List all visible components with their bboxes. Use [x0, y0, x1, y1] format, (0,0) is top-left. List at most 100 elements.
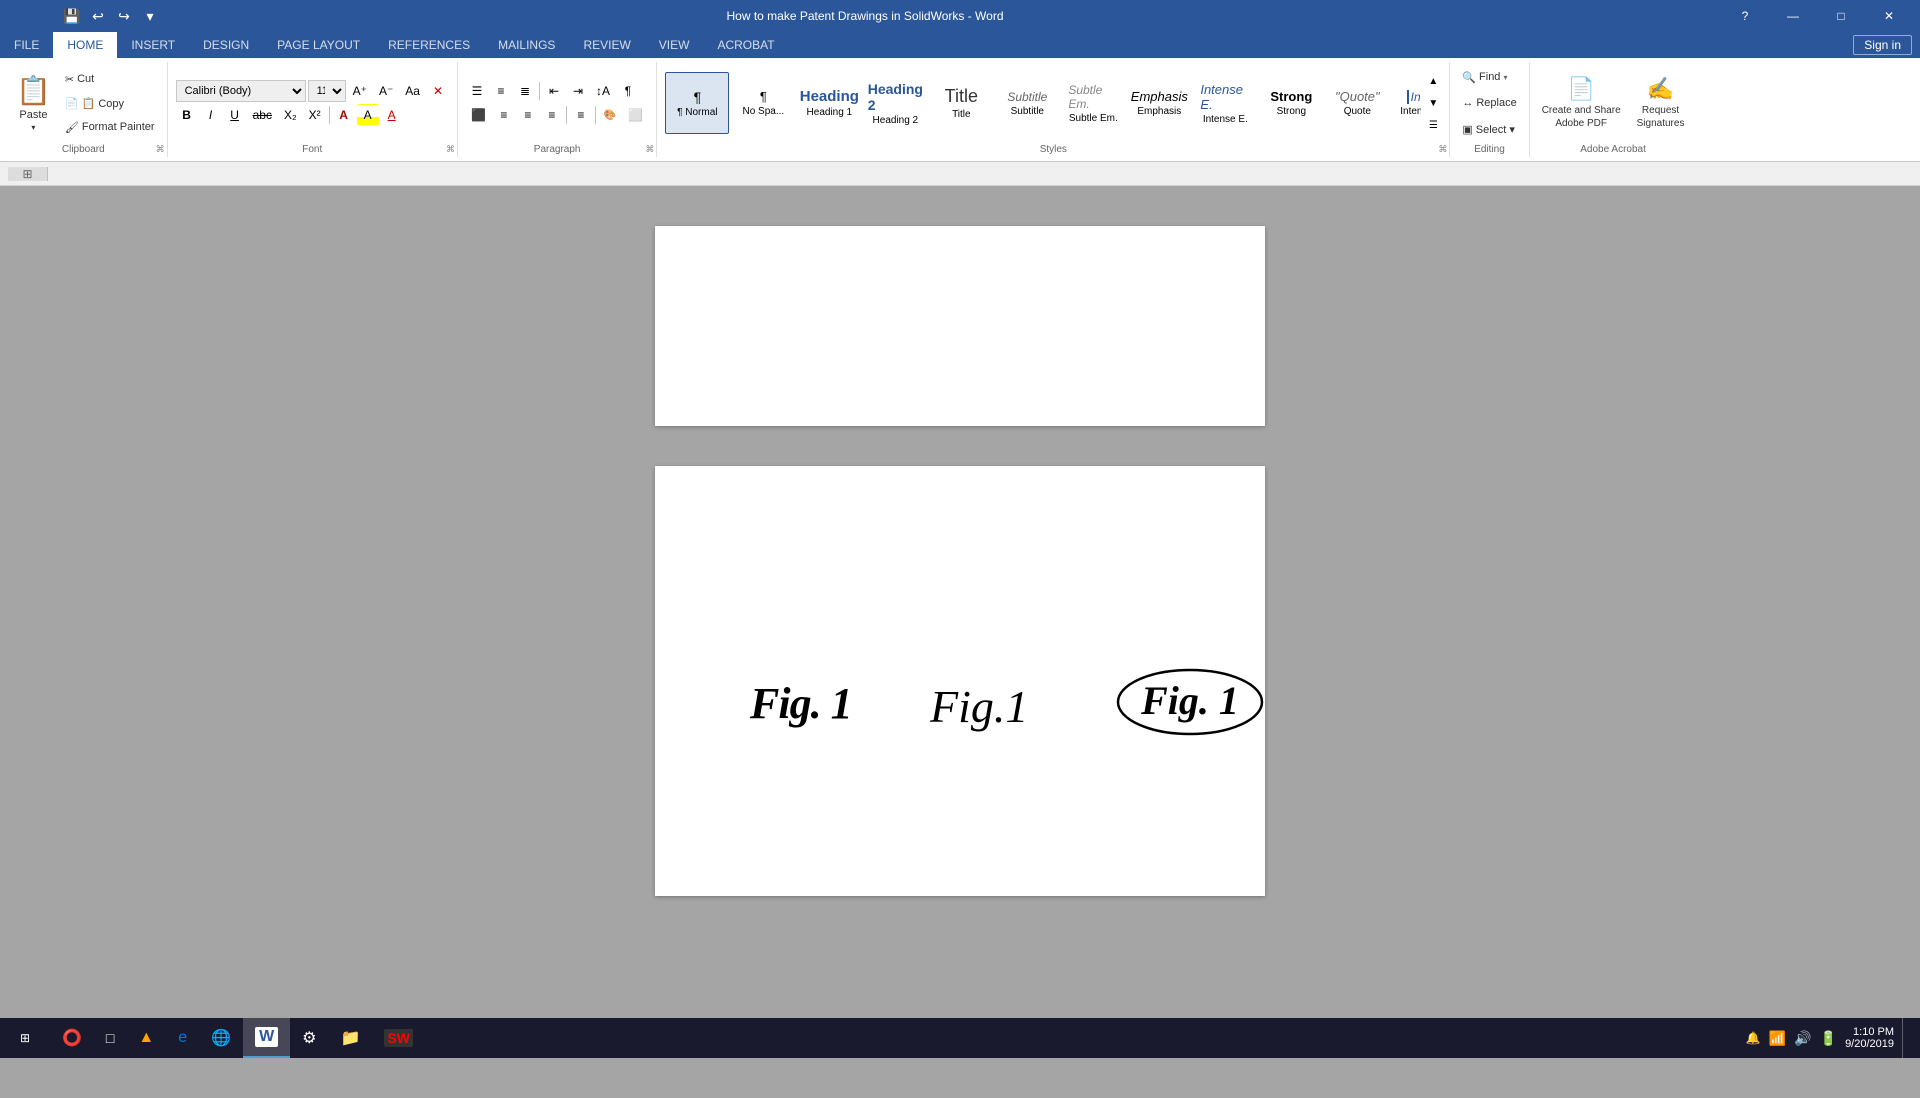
cut-button[interactable]: ✂ Cut — [61, 68, 159, 90]
style-strong[interactable]: Strong Strong — [1259, 72, 1323, 134]
bullets-button[interactable]: ☰ — [466, 80, 488, 102]
save-button[interactable]: 💾 — [60, 4, 84, 28]
decrease-font-size-button[interactable]: A⁻ — [374, 80, 398, 102]
start-button[interactable]: ⊞ — [0, 1018, 50, 1058]
text-effects-button[interactable]: A — [333, 104, 355, 126]
decrease-indent-button[interactable]: ⇤ — [543, 80, 565, 102]
style-title-label: Title — [952, 109, 971, 120]
find-button[interactable]: 🔍 Find ▾ — [1458, 66, 1511, 88]
style-heading2[interactable]: Heading 2 Heading 2 — [863, 72, 927, 134]
maximize-button[interactable]: □ — [1818, 0, 1864, 32]
font-size-select[interactable]: 11 12 — [308, 80, 346, 102]
line-spacing-button[interactable]: ≡ — [570, 104, 592, 126]
bold-button[interactable]: B — [176, 104, 198, 126]
font-expand-icon[interactable]: ⌘ — [446, 144, 455, 155]
select-button[interactable]: ▣ Select ▾ — [1458, 118, 1519, 140]
style-heading1[interactable]: Heading Heading 1 — [797, 72, 861, 134]
style-emphasis[interactable]: Emphasis Emphasis — [1127, 72, 1191, 134]
style-intense-quote[interactable]: Int. Q Intense Q. — [1391, 72, 1421, 134]
network-icon: 📶 — [1769, 1030, 1786, 1047]
tab-mailings[interactable]: MAILINGS — [484, 32, 569, 58]
copy-icon: 📄 — [65, 97, 79, 110]
tab-home[interactable]: HOME — [53, 32, 117, 58]
subscript-button[interactable]: X₂ — [279, 104, 302, 126]
font-family-select[interactable]: Calibri (Body) — [176, 80, 306, 102]
style-subtle-emphasis-preview: Subtle Em. — [1068, 83, 1118, 111]
taskbar-app-word[interactable]: W — [243, 1018, 290, 1058]
replace-button[interactable]: ↔ Replace — [1458, 92, 1520, 114]
quick-access-more-button[interactable]: ▾ — [138, 4, 162, 28]
align-left-button[interactable]: ⬛ — [466, 104, 491, 126]
window-controls: ? — □ ✕ — [1722, 0, 1912, 32]
copy-button[interactable]: 📄 📋 Copy — [61, 92, 159, 114]
clipboard-expand-icon[interactable]: ⌘ — [156, 144, 165, 155]
paragraph-expand-icon[interactable]: ⌘ — [645, 144, 654, 155]
align-right-button[interactable]: ≡ — [517, 104, 539, 126]
paste-button[interactable]: 📋 Paste ▾ — [8, 66, 59, 140]
tab-references[interactable]: REFERENCES — [374, 32, 484, 58]
style-subtle-emphasis[interactable]: Subtle Em. Subtle Em. — [1061, 72, 1125, 134]
sign-in-button[interactable]: Sign in — [1853, 35, 1912, 55]
justify-button[interactable]: ≡ — [541, 104, 563, 126]
strikethrough-button[interactable]: abc — [248, 104, 277, 126]
taskbar-app-taskview[interactable]: □ — [94, 1018, 126, 1058]
italic-button[interactable]: I — [200, 104, 222, 126]
clear-formatting-button[interactable]: ✕ — [427, 80, 449, 102]
increase-font-size-button[interactable]: A⁺ — [348, 80, 372, 102]
style-heading2-preview: Heading 2 — [868, 81, 923, 113]
tab-insert[interactable]: INSERT — [117, 32, 189, 58]
superscript-button[interactable]: X² — [304, 104, 326, 126]
style-title[interactable]: Title Title — [929, 72, 993, 134]
taskbar-app-edge[interactable]: e — [166, 1018, 199, 1058]
styles-scroll-down-button[interactable]: ▼ — [1425, 93, 1441, 113]
taskbar-app-ie[interactable]: 🌐 — [199, 1018, 243, 1058]
replace-label: Replace — [1476, 97, 1516, 109]
taskbar-app-settings[interactable]: ⚙ — [290, 1018, 328, 1058]
redo-button[interactable]: ↪ — [112, 4, 136, 28]
document-page-2[interactable]: Fig. 1 Fig.1 Fig. 1 — [655, 466, 1265, 896]
format-painter-button[interactable]: 🖌 Format Painter — [61, 116, 159, 138]
style-intense-emphasis[interactable]: Intense E. Intense E. — [1193, 72, 1257, 134]
style-quote[interactable]: "Quote" Quote — [1325, 72, 1389, 134]
show-desktop-button[interactable] — [1902, 1018, 1908, 1058]
taskbar-app-solidworks[interactable]: SW — [372, 1018, 425, 1058]
align-center-button[interactable]: ≡ — [493, 104, 515, 126]
multilevel-list-button[interactable]: ≣ — [514, 80, 536, 102]
change-case-button[interactable]: Aa — [400, 80, 425, 102]
create-pdf-icon: 📄 — [1567, 76, 1594, 102]
undo-button[interactable]: ↩ — [86, 4, 110, 28]
style-no-spacing[interactable]: ¶ No Spa... — [731, 72, 795, 134]
create-share-pdf-button[interactable]: 📄 Create and ShareAdobe PDF — [1538, 73, 1625, 133]
numbering-button[interactable]: ≡ — [490, 80, 512, 102]
tab-review[interactable]: REVIEW — [569, 32, 644, 58]
styles-expand-icon[interactable]: ⌘ — [1438, 144, 1447, 155]
font-color-button[interactable]: A — [381, 104, 403, 126]
tab-page-layout[interactable]: PAGE LAYOUT — [263, 32, 374, 58]
clock[interactable]: 1:10 PM 9/20/2019 — [1845, 1026, 1894, 1050]
increase-indent-button[interactable]: ⇥ — [567, 80, 589, 102]
request-signatures-button[interactable]: ✍ RequestSignatures — [1633, 73, 1689, 133]
underline-button[interactable]: U — [224, 104, 246, 126]
ruler-corner[interactable]: ⊞ — [22, 167, 32, 181]
tab-file[interactable]: FILE — [0, 32, 53, 58]
style-normal[interactable]: ¶ ¶ Normal — [665, 72, 729, 134]
borders-button[interactable]: ⬜ — [623, 104, 648, 126]
shading-button[interactable]: 🎨 — [599, 104, 621, 126]
styles-scroll-up-button[interactable]: ▲ — [1425, 71, 1441, 91]
help-button[interactable]: ? — [1722, 0, 1768, 32]
document-page-1[interactable] — [655, 226, 1265, 426]
style-subtitle[interactable]: Subtitle Subtitle — [995, 72, 1059, 134]
minimize-button[interactable]: — — [1770, 0, 1816, 32]
tab-view[interactable]: VIEW — [645, 32, 704, 58]
show-marks-button[interactable]: ¶ — [617, 80, 639, 102]
sort-button[interactable]: ↕A — [591, 80, 615, 102]
taskbar-app-explorer[interactable]: 📁 — [329, 1018, 373, 1058]
tab-design[interactable]: DESIGN — [189, 32, 263, 58]
close-button[interactable]: ✕ — [1866, 0, 1912, 32]
taskbar-app-cortana[interactable]: ⭕ — [50, 1018, 94, 1058]
styles-more-button[interactable]: ☰ — [1425, 115, 1441, 135]
tab-acrobat[interactable]: ACROBAT — [703, 32, 788, 58]
taskbar-app-avast[interactable]: ▲ — [126, 1018, 166, 1058]
paste-label: Paste — [19, 109, 47, 121]
highlight-button[interactable]: A — [357, 104, 379, 126]
